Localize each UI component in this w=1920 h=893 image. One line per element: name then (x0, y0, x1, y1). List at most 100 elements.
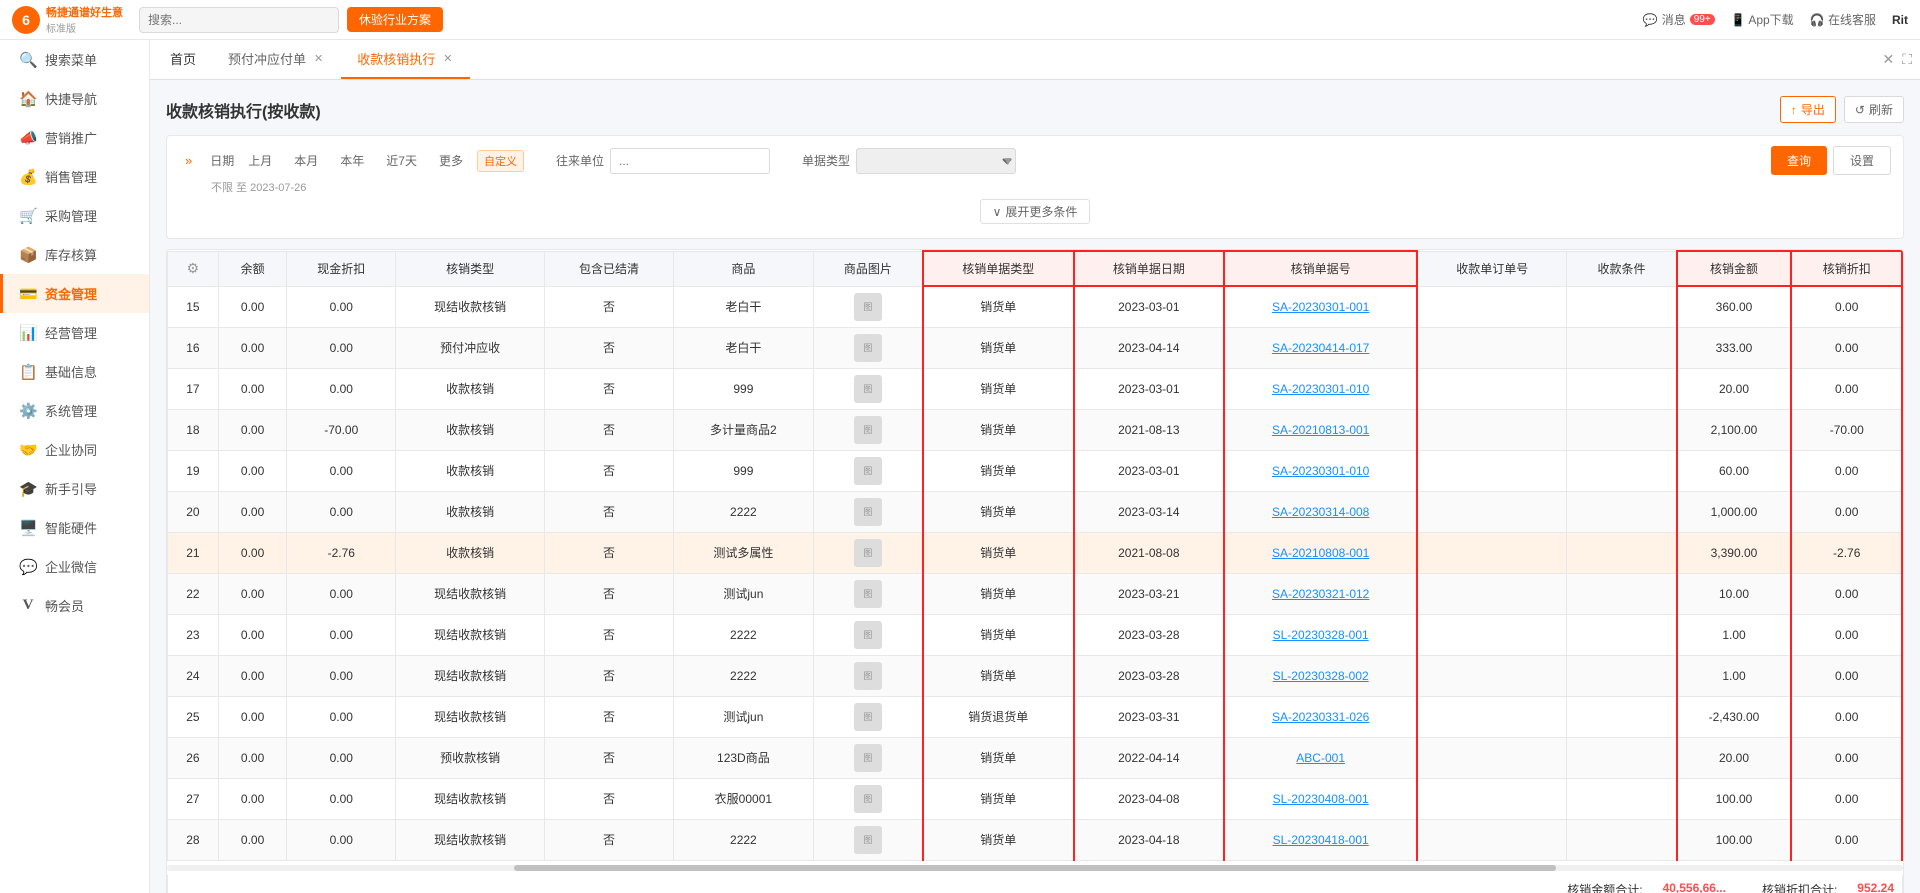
sidebar-item-basic[interactable]: 📋 基础信息 (0, 352, 149, 391)
cell-include-settled: 否 (545, 614, 674, 655)
cell-receipt-order-no (1417, 286, 1567, 327)
sidebar-item-inventory[interactable]: 📦 库存核算 (0, 235, 149, 274)
search-input[interactable] (139, 7, 339, 33)
cell-cancel-type: 现结收款核销 (396, 573, 545, 614)
table-row: 26 0.00 0.00 预收款核销 否 123D商品 图 销货单 2022-0… (168, 737, 1903, 778)
cell-cancel-doc-no[interactable]: SA-20230301-001 (1224, 286, 1417, 327)
filter-last-month[interactable]: 上月 (240, 150, 280, 171)
col-settings[interactable]: ⚙ (168, 251, 219, 286)
cell-include-settled: 否 (545, 368, 674, 409)
cell-cancel-doc-no[interactable]: SA-20210808-001 (1224, 532, 1417, 573)
filter-more[interactable]: 更多 (431, 150, 471, 171)
tab-home[interactable]: 首页 (154, 40, 212, 79)
filter-this-month[interactable]: 本月 (286, 150, 326, 171)
wechat-icon: 💬 (19, 558, 37, 576)
cell-cancel-doc-no[interactable]: SL-20230408-001 (1224, 778, 1417, 819)
filter-collapse-btn[interactable]: » (179, 153, 198, 168)
cell-cancel-doc-date: 2023-03-21 (1074, 573, 1225, 614)
query-btn[interactable]: 查询 (1771, 146, 1827, 175)
expand-btn[interactable]: ∨ 展开更多条件 (980, 199, 1091, 224)
cell-goods-img: 图 (813, 737, 923, 778)
cell-balance: 0.00 (218, 368, 287, 409)
cell-cancel-doc-no[interactable]: SL-20230418-001 (1224, 819, 1417, 860)
tab-prepay-close[interactable]: ✕ (312, 50, 325, 67)
cell-include-settled: 否 (545, 655, 674, 696)
sidebar-item-purchase[interactable]: 🛒 采购管理 (0, 196, 149, 235)
filter-custom[interactable]: 自定义 (477, 150, 524, 172)
tab-close-all-icon[interactable]: ✕ (1882, 51, 1894, 68)
sidebar-item-search[interactable]: 🔍 搜索菜单 (0, 40, 149, 79)
cell-cancel-doc-no[interactable]: SL-20230328-002 (1224, 655, 1417, 696)
cell-cancel-amount: 20.00 (1677, 368, 1792, 409)
sidebar-item-finance[interactable]: 💳 资金管理 (0, 274, 149, 313)
export-btn[interactable]: ↑ 导出 (1780, 96, 1836, 123)
table-row: 27 0.00 0.00 现结收款核销 否 衣服00001 图 销货单 2023… (168, 778, 1903, 819)
app-download-btn[interactable]: 📱 App下载 (1731, 11, 1794, 28)
sidebar-item-vip[interactable]: V 畅会员 (0, 586, 149, 625)
cell-id: 27 (168, 778, 219, 819)
cell-cancel-doc-no[interactable]: SA-20230314-008 (1224, 491, 1417, 532)
doctype-select[interactable]: 销货单 销货退货单 (856, 148, 1016, 174)
top-bar-left: 6 畅捷通谱好生意 标准版 休验行业方案 (12, 4, 443, 35)
cell-cancel-doc-date: 2023-03-01 (1074, 286, 1225, 327)
cell-goods-img: 图 (813, 286, 923, 327)
date-label: 日期 (210, 152, 234, 169)
message-btn[interactable]: 💬 消息 99+ (1643, 11, 1715, 28)
table-row: 15 0.00 0.00 现结收款核销 否 老白干 图 销货单 2023-03-… (168, 286, 1903, 327)
tab-receipt-close[interactable]: ✕ (441, 50, 454, 67)
scrollbar-thumb[interactable] (514, 865, 1556, 871)
app-icon: 📱 (1731, 13, 1746, 27)
cell-cancel-type: 收款核销 (396, 409, 545, 450)
tab-expand-icon[interactable]: ⛶ (1902, 51, 1912, 68)
sidebar-item-label: 智能硬件 (45, 518, 97, 537)
cell-cancel-doc-type: 销货单 (923, 819, 1074, 860)
partner-input[interactable] (610, 148, 770, 174)
cell-cancel-doc-type: 销货单 (923, 614, 1074, 655)
sidebar-item-system[interactable]: ⚙️ 系统管理 (0, 391, 149, 430)
filter-date: 日期 上月 本月 本年 近7天 更多 自定义 (210, 150, 524, 172)
cell-receipt-condition (1567, 778, 1677, 819)
cell-goods-img: 图 (813, 491, 923, 532)
filter-row-1: » 日期 上月 本月 本年 近7天 更多 自定义 往来单位 (179, 146, 1891, 175)
cell-cash-discount: 0.00 (287, 286, 396, 327)
sidebar-item-beginner[interactable]: 🎓 新手引导 (0, 469, 149, 508)
sidebar-item-sales[interactable]: 💰 销售管理 (0, 157, 149, 196)
doctype-label: 单据类型 (802, 152, 850, 169)
cell-cancel-doc-no[interactable]: SA-20230414-017 (1224, 327, 1417, 368)
cell-receipt-condition (1567, 409, 1677, 450)
table-row: 22 0.00 0.00 现结收款核销 否 测试jun 图 销货单 2023-0… (168, 573, 1903, 614)
cell-cancel-doc-no[interactable]: SA-20210813-001 (1224, 409, 1417, 450)
tab-receipt-cancel[interactable]: 收款核销执行 ✕ (341, 40, 470, 79)
cell-goods: 999 (673, 368, 813, 409)
cell-cancel-doc-no[interactable]: SL-20230328-001 (1224, 614, 1417, 655)
cell-cancel-doc-no[interactable]: SA-20230331-026 (1224, 696, 1417, 737)
filter-this-year[interactable]: 本年 (332, 150, 372, 171)
online-service-btn[interactable]: 🎧 在线客服 (1810, 11, 1876, 28)
sidebar-item-corpcollab[interactable]: 🤝 企业协同 (0, 430, 149, 469)
cell-cancel-doc-no[interactable]: ABC-001 (1224, 737, 1417, 778)
sidebar-item-smarthw[interactable]: 🖥️ 智能硬件 (0, 508, 149, 547)
cell-cancel-discount: 0.00 (1791, 491, 1902, 532)
refresh-btn[interactable]: ↺ 刷新 (1844, 96, 1904, 123)
cell-goods: 2222 (673, 614, 813, 655)
industry-btn[interactable]: 休验行业方案 (347, 7, 443, 32)
cell-cancel-doc-no[interactable]: SA-20230301-010 (1224, 368, 1417, 409)
tab-prepay[interactable]: 预付冲应付单 ✕ (212, 40, 341, 79)
filter-7days[interactable]: 近7天 (378, 150, 425, 171)
horizontal-scrollbar[interactable] (167, 865, 1903, 871)
cell-cancel-doc-no[interactable]: SA-20230301-010 (1224, 450, 1417, 491)
cell-cash-discount: 0.00 (287, 573, 396, 614)
cell-receipt-condition (1567, 532, 1677, 573)
setting-btn[interactable]: 设置 (1833, 146, 1891, 175)
sidebar-item-business[interactable]: 📊 经营管理 (0, 313, 149, 352)
sidebar-item-marketing[interactable]: 📣 营销推广 (0, 118, 149, 157)
sidebar-item-label: 系统管理 (45, 401, 97, 420)
sidebar-item-wechat[interactable]: 💬 企业微信 (0, 547, 149, 586)
table-row: 17 0.00 0.00 收款核销 否 999 图 销货单 2023-03-01… (168, 368, 1903, 409)
cell-cancel-doc-no[interactable]: SA-20230321-012 (1224, 573, 1417, 614)
cell-receipt-order-no (1417, 450, 1567, 491)
cell-cancel-discount: 0.00 (1791, 614, 1902, 655)
sidebar-item-quicknav[interactable]: 🏠 快捷导航 (0, 79, 149, 118)
page-content: 收款核销执行(按收款) ↑ 导出 ↺ 刷新 » (150, 80, 1920, 893)
cell-include-settled: 否 (545, 573, 674, 614)
